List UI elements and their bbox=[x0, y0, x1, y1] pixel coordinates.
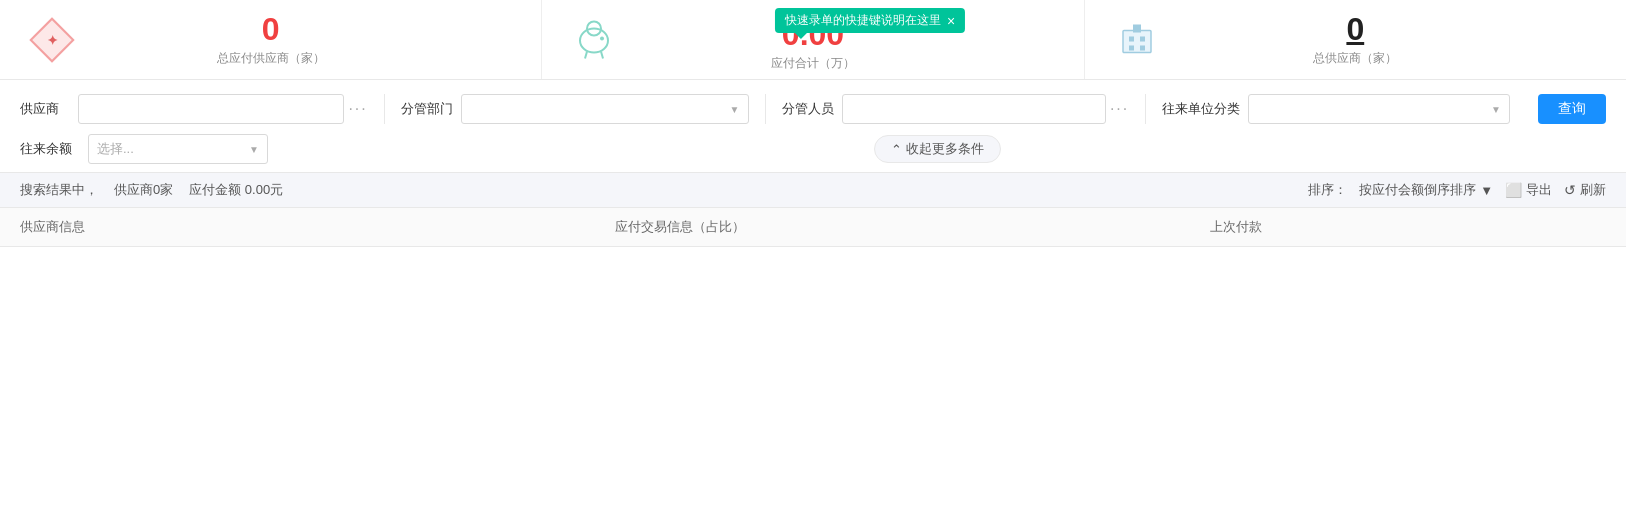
result-left: 搜索结果中， 供应商0家 应付金额 0.00元 bbox=[20, 181, 283, 199]
top-stats-bar: ✦ 0 总应付供应商（家） 快速录单的快捷键说明在这里 × 0.00 应 bbox=[0, 0, 1626, 80]
department-label: 分管部门 bbox=[401, 100, 453, 118]
person-input[interactable] bbox=[842, 94, 1106, 124]
col-header-payable: 应付交易信息（占比） bbox=[615, 218, 1210, 236]
svg-rect-5 bbox=[1123, 30, 1151, 52]
svg-rect-9 bbox=[1140, 45, 1145, 50]
diamond-icon: ✦ bbox=[30, 18, 74, 62]
col-header-supplier: 供应商信息 bbox=[20, 218, 615, 236]
unit-category-field: 往来单位分类 ▼ bbox=[1162, 94, 1526, 124]
svg-point-4 bbox=[600, 36, 604, 40]
export-label: 导出 bbox=[1526, 181, 1552, 199]
result-right: 排序： 按应付会额倒序排序 ▼ ⬜ 导出 ↺ 刷新 bbox=[1308, 181, 1606, 199]
stat-label-payable-total: 应付合计（万） bbox=[771, 55, 855, 72]
stat-payable-total: 快速录单的快捷键说明在这里 × 0.00 应付合计（万） bbox=[542, 0, 1084, 79]
tooltip-bubble: 快速录单的快捷键说明在这里 × bbox=[775, 8, 965, 33]
sort-option-text: 按应付会额倒序排序 bbox=[1359, 181, 1476, 199]
refresh-icon: ↺ bbox=[1564, 182, 1576, 198]
sort-label: 排序： bbox=[1308, 181, 1347, 199]
result-payable-amount: 应付金额 0.00元 bbox=[189, 181, 283, 199]
stat-label-total-suppliers: 总供应商（家） bbox=[1313, 50, 1397, 67]
export-button[interactable]: ⬜ 导出 bbox=[1505, 181, 1552, 199]
piggy-icon bbox=[572, 16, 616, 63]
supplier-input[interactable] bbox=[78, 94, 344, 124]
balance-select[interactable]: 选择... ▼ bbox=[88, 134, 268, 164]
department-chevron-icon: ▼ bbox=[730, 104, 740, 115]
svg-point-0 bbox=[580, 28, 608, 52]
result-bar: 搜索结果中， 供应商0家 应付金额 0.00元 排序： 按应付会额倒序排序 ▼ … bbox=[0, 173, 1626, 208]
svg-rect-10 bbox=[1133, 24, 1141, 32]
supplier-dots-button[interactable]: ··· bbox=[348, 100, 367, 118]
balance-chevron-icon: ▼ bbox=[249, 144, 259, 155]
export-icon: ⬜ bbox=[1505, 182, 1522, 198]
balance-placeholder: 选择... bbox=[97, 140, 134, 158]
supplier-field: 供应商 ··· bbox=[20, 94, 385, 124]
tooltip-close-button[interactable]: × bbox=[947, 14, 955, 28]
person-dots-button[interactable]: ··· bbox=[1110, 100, 1129, 118]
collapse-button[interactable]: ⌃ 收起更多条件 bbox=[874, 135, 1001, 163]
table-header: 供应商信息 应付交易信息（占比） 上次付款 bbox=[0, 208, 1626, 247]
unit-category-chevron-icon: ▼ bbox=[1491, 104, 1501, 115]
collapse-chevron-icon: ⌃ bbox=[891, 142, 902, 157]
query-button[interactable]: 查询 bbox=[1538, 94, 1606, 124]
unit-category-select[interactable]: ▼ bbox=[1248, 94, 1510, 124]
result-supplier-count: 供应商0家 bbox=[114, 181, 173, 199]
stat-total-suppliers: 0 总供应商（家） bbox=[1085, 0, 1626, 79]
unit-category-label: 往来单位分类 bbox=[1162, 100, 1240, 118]
col-header-lastpay: 上次付款 bbox=[1210, 218, 1607, 236]
svg-rect-8 bbox=[1129, 45, 1134, 50]
search-bar: 供应商 ··· 分管部门 ▼ 分管人员 ··· 往来单位分类 ▼ bbox=[0, 80, 1626, 173]
department-field: 分管部门 ▼ bbox=[401, 94, 766, 124]
table-body bbox=[0, 247, 1626, 515]
supplier-label: 供应商 bbox=[20, 100, 70, 118]
person-field: 分管人员 ··· bbox=[782, 94, 1147, 124]
balance-field: 往来余额 选择... ▼ bbox=[20, 134, 268, 164]
svg-line-2 bbox=[585, 51, 587, 58]
svg-rect-6 bbox=[1129, 36, 1134, 41]
search-row-1: 供应商 ··· 分管部门 ▼ 分管人员 ··· 往来单位分类 ▼ bbox=[20, 94, 1606, 124]
stat-label-payable-suppliers: 总应付供应商（家） bbox=[217, 50, 325, 67]
department-select[interactable]: ▼ bbox=[461, 94, 749, 124]
tooltip-text: 快速录单的快捷键说明在这里 bbox=[785, 12, 941, 29]
svg-line-3 bbox=[601, 51, 603, 58]
building-icon bbox=[1115, 16, 1159, 63]
refresh-label: 刷新 bbox=[1580, 181, 1606, 199]
stat-number-total-suppliers: 0 bbox=[1313, 12, 1397, 47]
svg-rect-7 bbox=[1140, 36, 1145, 41]
person-label: 分管人员 bbox=[782, 100, 834, 118]
collapse-label: 收起更多条件 bbox=[906, 140, 984, 158]
balance-label: 往来余额 bbox=[20, 140, 72, 158]
table-area: 供应商信息 应付交易信息（占比） 上次付款 bbox=[0, 208, 1626, 515]
refresh-button[interactable]: ↺ 刷新 bbox=[1564, 181, 1606, 199]
stat-total-payable-suppliers: ✦ 0 总应付供应商（家） bbox=[0, 0, 542, 79]
sort-select[interactable]: 按应付会额倒序排序 ▼ bbox=[1359, 181, 1493, 199]
search-row-2: 往来余额 选择... ▼ ⌃ 收起更多条件 bbox=[20, 134, 1606, 164]
result-search-text: 搜索结果中， bbox=[20, 181, 98, 199]
stat-number-payable-suppliers: 0 bbox=[217, 12, 325, 47]
sort-chevron-icon: ▼ bbox=[1480, 183, 1493, 198]
